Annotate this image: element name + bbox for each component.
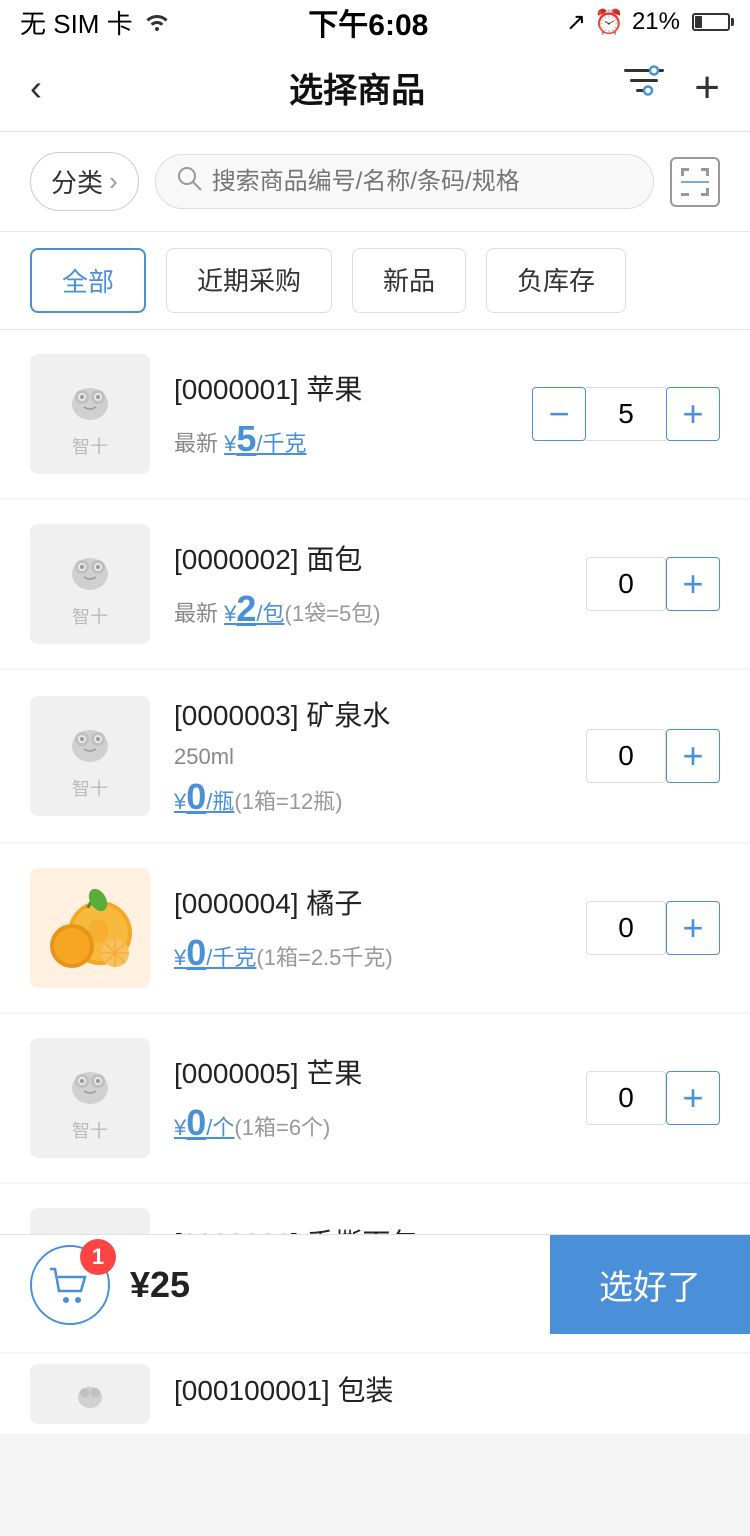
product-name-5: [0000005] 芒果 [174, 1052, 562, 1092]
plus-button-3[interactable]: + [666, 729, 720, 783]
nav-bar: ‹ 选择商品 + [0, 44, 750, 132]
product-info-7: [000100001] 包装 [174, 1369, 720, 1419]
tab-recent[interactable]: 近期采购 [166, 248, 332, 313]
product-name-1: [0000001] 苹果 [174, 368, 508, 408]
bottom-bar: 1 ¥25 选好了 [0, 1234, 750, 1334]
filter-icon[interactable] [624, 65, 664, 110]
product-item-4: [0000004] 橘子 ¥0/千克(1箱=2.5千克) + [0, 844, 750, 1012]
total-price: ¥25 [130, 1264, 190, 1306]
product-item-2: 智十 [0000002] 面包 最新 ¥2/包(1袋=5包) + [0, 500, 750, 668]
product-price-2: 最新 ¥2/包(1袋=5包) [174, 588, 562, 630]
quantity-input-3[interactable] [586, 729, 666, 783]
filter-tabs: 全部 近期采购 新品 负库存 [0, 232, 750, 330]
quantity-input-1[interactable] [586, 387, 666, 441]
quantity-control-2: + [586, 557, 720, 611]
product-image-4 [30, 868, 150, 988]
location-icon: ↗ [566, 8, 586, 37]
plus-button-1[interactable]: + [666, 387, 720, 441]
quantity-input-5[interactable] [586, 1071, 666, 1125]
add-button[interactable]: + [694, 63, 720, 113]
cart-area: 1 ¥25 [0, 1245, 550, 1325]
product-name-4: [0000004] 橘子 [174, 882, 562, 922]
back-button[interactable]: ‹ [30, 67, 90, 109]
product-spec-3: 250ml [174, 744, 562, 770]
quantity-control-1: − + [532, 387, 720, 441]
product-item-5: 智十 [0000005] 芒果 ¥0/个(1箱=6个) + [0, 1014, 750, 1182]
product-image-5: 智十 [30, 1038, 150, 1158]
plus-button-4[interactable]: + [666, 901, 720, 955]
search-area: 分类 › [0, 132, 750, 232]
product-info-3: [0000003] 矿泉水 250ml ¥0/瓶(1箱=12瓶) [174, 694, 562, 818]
tab-all[interactable]: 全部 [30, 248, 146, 313]
tab-negative[interactable]: 负库存 [486, 248, 626, 313]
status-bar: 无 SIM 卡 下午6:08 ↗ ⏰ 21% [0, 0, 750, 44]
minus-button-1[interactable]: − [532, 387, 586, 441]
product-price-4: ¥0/千克(1箱=2.5千克) [174, 932, 562, 974]
product-image-7 [30, 1364, 150, 1424]
product-name-2: [0000002] 面包 [174, 538, 562, 578]
product-name-7: [000100001] 包装 [174, 1369, 720, 1409]
category-arrow-icon: › [109, 166, 118, 197]
wifi-icon [143, 7, 171, 38]
quantity-input-2[interactable] [586, 557, 666, 611]
product-image-3: 智十 [30, 696, 150, 816]
page-title: 选择商品 [289, 63, 425, 112]
product-item-7: [000100001] 包装 [0, 1354, 750, 1434]
search-input[interactable] [212, 168, 633, 196]
quantity-control-4: + [586, 901, 720, 955]
quantity-control-5: + [586, 1071, 720, 1125]
product-info-5: [0000005] 芒果 ¥0/个(1箱=6个) [174, 1052, 562, 1144]
plus-button-2[interactable]: + [666, 557, 720, 611]
status-time: 下午6:08 [308, 0, 428, 44]
scan-button[interactable] [670, 157, 720, 207]
alarm-icon: ⏰ [594, 8, 624, 37]
product-price-1: 最新 ¥5/千克 [174, 418, 508, 460]
product-item-1: 智十 [0000001] 苹果 最新 ¥5/千克 − + [0, 330, 750, 498]
search-box [155, 154, 654, 209]
plus-button-5[interactable]: + [666, 1071, 720, 1125]
status-right: ↗ ⏰ 21% [566, 8, 730, 37]
battery-label: 21% [632, 8, 680, 36]
product-info-1: [0000001] 苹果 最新 ¥5/千克 [174, 368, 508, 460]
quantity-control-3: + [586, 729, 720, 783]
category-button[interactable]: 分类 › [30, 152, 139, 211]
tab-new[interactable]: 新品 [352, 248, 466, 313]
product-name-3: [0000003] 矿泉水 [174, 694, 562, 734]
product-image-2: 智十 [30, 524, 150, 644]
cart-button[interactable]: 1 [30, 1245, 110, 1325]
search-icon [176, 165, 202, 198]
battery-icon [692, 13, 730, 31]
quantity-input-4[interactable] [586, 901, 666, 955]
category-label: 分类 [51, 163, 103, 200]
confirm-button[interactable]: 选好了 [550, 1235, 750, 1334]
product-price-3: ¥0/瓶(1箱=12瓶) [174, 776, 562, 818]
status-left: 无 SIM 卡 [20, 4, 171, 41]
product-item-3: 智十 [0000003] 矿泉水 250ml ¥0/瓶(1箱=12瓶) + [0, 670, 750, 842]
product-info-2: [0000002] 面包 最新 ¥2/包(1袋=5包) [174, 538, 562, 630]
nav-right-actions: + [624, 63, 720, 113]
cart-badge: 1 [80, 1239, 116, 1275]
product-image-1: 智十 [30, 354, 150, 474]
product-price-5: ¥0/个(1箱=6个) [174, 1102, 562, 1144]
carrier-label: 无 SIM 卡 [20, 4, 133, 41]
product-info-4: [0000004] 橘子 ¥0/千克(1箱=2.5千克) [174, 882, 562, 974]
